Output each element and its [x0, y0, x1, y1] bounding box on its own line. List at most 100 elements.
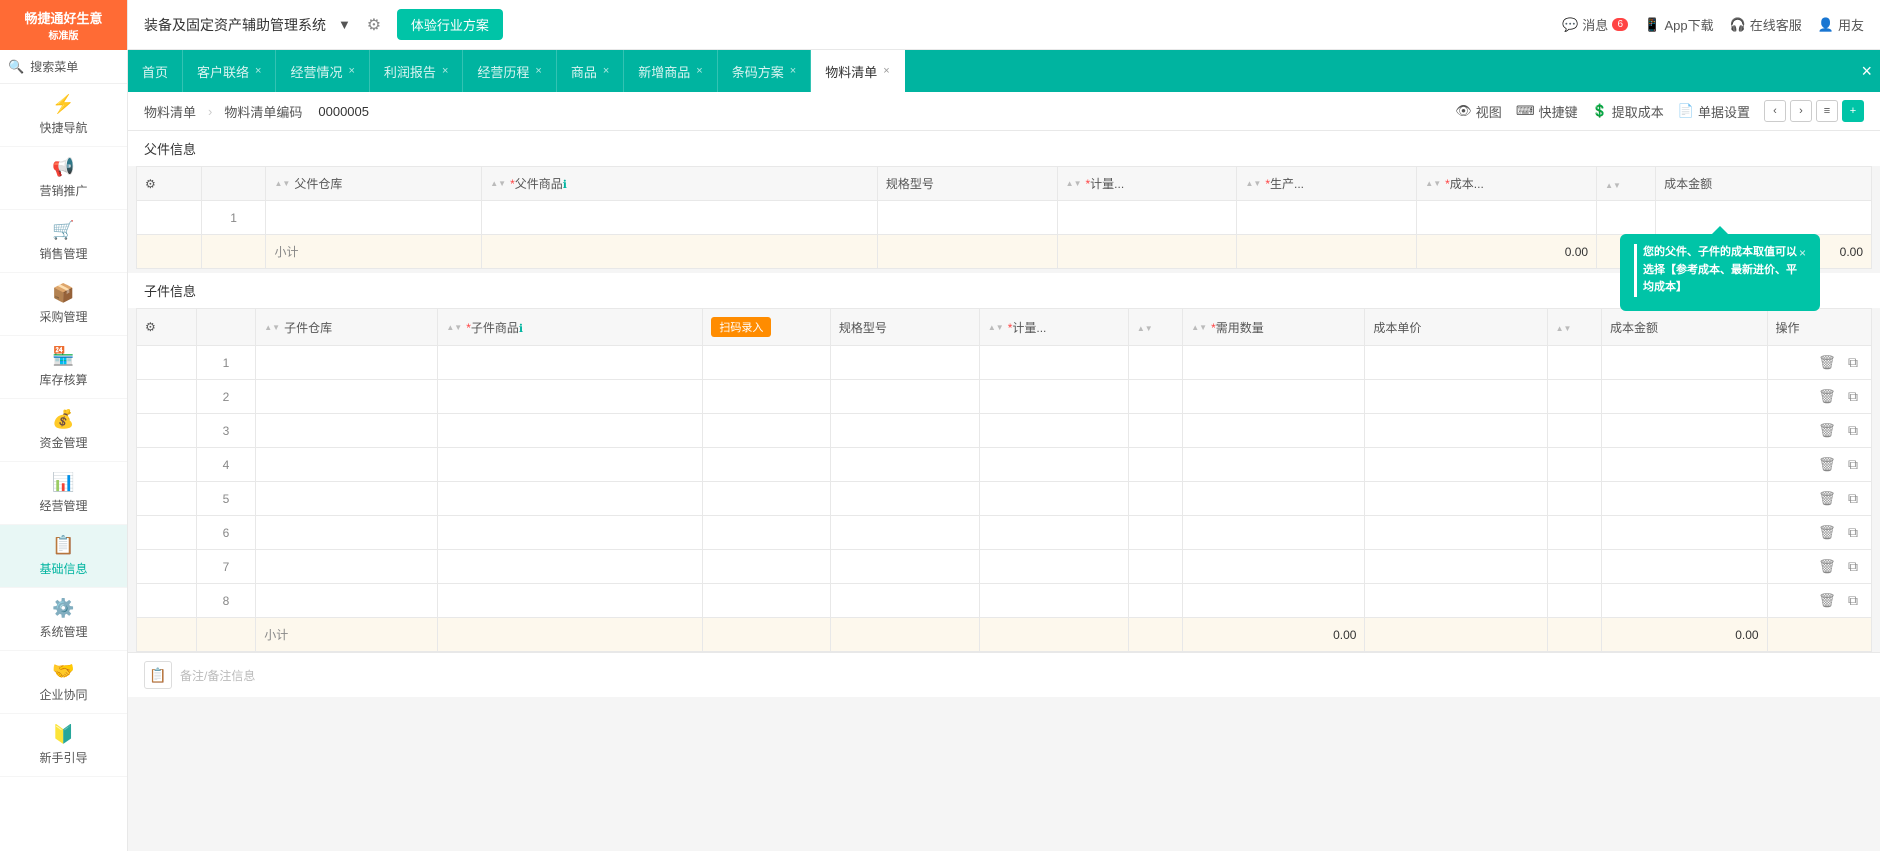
child-settings-icon[interactable]: ⚙ [145, 320, 156, 334]
child-row-unit-cell[interactable] [979, 448, 1128, 482]
child-row-required-qty-cell[interactable] [1183, 550, 1365, 584]
parent-settings-icon[interactable]: ⚙ [145, 177, 156, 191]
delete-row-icon[interactable]: 🗑 [1817, 353, 1837, 373]
tab-operations-status[interactable]: 经营情况 × [276, 50, 369, 92]
tab-bom-close[interactable]: × [883, 65, 889, 77]
tab-goods-close[interactable]: × [603, 65, 609, 77]
settings-gear-button[interactable]: ⚙ [359, 10, 389, 40]
child-row-cost-price-cell[interactable] [1365, 346, 1547, 380]
copy-row-icon[interactable]: ⧉ [1843, 387, 1863, 407]
child-row-spec-cell[interactable] [830, 448, 979, 482]
tab-ops-status-close[interactable]: × [348, 65, 354, 77]
parent-row-spec-cell[interactable] [877, 201, 1057, 235]
child-row-unit-cell[interactable] [979, 482, 1128, 516]
child-row-unit-cell[interactable] [979, 414, 1128, 448]
tab-barcode[interactable]: 条码方案 × [718, 50, 811, 92]
breadcrumb-bom-list[interactable]: 物料清单 [144, 102, 196, 121]
sidebar-item-guide[interactable]: 🔰 新手引导 [0, 714, 127, 777]
copy-row-icon[interactable]: ⧉ [1843, 353, 1863, 373]
child-row-unit-cell[interactable] [979, 584, 1128, 618]
tab-profit-report[interactable]: 利润报告 × [370, 50, 463, 92]
search-menu[interactable]: 🔍 搜索菜单 [0, 50, 127, 84]
sidebar-item-finance[interactable]: 💰 资金管理 [0, 399, 127, 462]
online-service-button[interactable]: 🎧 在线客服 [1730, 15, 1802, 34]
child-row-cost-price-cell[interactable] [1365, 584, 1547, 618]
tab-goods[interactable]: 商品 × [557, 50, 624, 92]
child-row-goods-cell[interactable] [438, 550, 703, 584]
child-row-unit-cell[interactable] [979, 380, 1128, 414]
copy-row-icon[interactable]: ⧉ [1843, 421, 1863, 441]
app-download-button[interactable]: 📱 App下载 [1644, 15, 1713, 34]
parent-row-unit-cell[interactable] [1057, 201, 1237, 235]
child-row-required-qty-cell[interactable] [1183, 448, 1365, 482]
child-row-goods-cell[interactable] [438, 346, 703, 380]
parent-row-cost-cell[interactable] [1417, 201, 1597, 235]
delete-row-icon[interactable]: 🗑 [1817, 455, 1837, 475]
close-window-button[interactable]: × [1861, 61, 1872, 82]
delete-row-icon[interactable]: 🗑 [1817, 489, 1837, 509]
copy-row-icon[interactable]: ⧉ [1843, 557, 1863, 577]
parent-row-goods-cell[interactable] [482, 201, 878, 235]
child-row-warehouse-cell[interactable] [256, 516, 438, 550]
child-row-goods-cell[interactable] [438, 448, 703, 482]
tab-customers[interactable]: 客户联络 × [183, 50, 276, 92]
sidebar-item-marketing[interactable]: 📢 营销推广 [0, 147, 127, 210]
sidebar-item-collab[interactable]: 🤝 企业协同 [0, 651, 127, 714]
delete-row-icon[interactable]: 🗑 [1817, 421, 1837, 441]
nav-next-button[interactable]: › [1790, 100, 1812, 122]
child-row-spec-cell[interactable] [830, 516, 979, 550]
sidebar-item-purchase[interactable]: 📦 采购管理 [0, 273, 127, 336]
child-row-required-qty-cell[interactable] [1183, 380, 1365, 414]
tab-home[interactable]: 首页 [128, 50, 183, 92]
child-row-warehouse-cell[interactable] [256, 346, 438, 380]
tab-add-goods[interactable]: 新增商品 × [624, 50, 717, 92]
child-row-cost-price-cell[interactable] [1365, 516, 1547, 550]
child-row-warehouse-cell[interactable] [256, 380, 438, 414]
sidebar-item-operations[interactable]: 📊 经营管理 [0, 462, 127, 525]
parent-row-warehouse-cell[interactable] [266, 201, 482, 235]
child-row-required-qty-cell[interactable] [1183, 584, 1365, 618]
child-row-required-qty-cell[interactable] [1183, 414, 1365, 448]
user-button[interactable]: 👤 用友 [1818, 15, 1864, 34]
child-row-spec-cell[interactable] [830, 414, 979, 448]
parent-row-produce-cell[interactable] [1237, 201, 1417, 235]
scan-input-button[interactable]: 扫码录入 [711, 317, 771, 337]
child-row-cost-price-cell[interactable] [1365, 414, 1547, 448]
tab-add-goods-close[interactable]: × [696, 65, 702, 77]
system-dropdown[interactable]: ▼ [334, 17, 351, 32]
nav-prev-button[interactable]: ‹ [1764, 100, 1786, 122]
copy-row-icon[interactable]: ⧉ [1843, 455, 1863, 475]
nav-add-button[interactable]: + [1842, 100, 1864, 122]
delete-row-icon[interactable]: 🗑 [1817, 387, 1837, 407]
sidebar-item-system[interactable]: ⚙️ 系统管理 [0, 588, 127, 651]
tab-profit-report-close[interactable]: × [442, 65, 448, 77]
child-row-unit-cell[interactable] [979, 346, 1128, 380]
tab-barcode-close[interactable]: × [790, 65, 796, 77]
child-row-warehouse-cell[interactable] [256, 584, 438, 618]
sidebar-item-sales[interactable]: 🛒 销售管理 [0, 210, 127, 273]
child-row-unit-cell[interactable] [979, 516, 1128, 550]
delete-row-icon[interactable]: 🗑 [1817, 523, 1837, 543]
single-settings-button[interactable]: 📄 单据设置 [1678, 102, 1750, 121]
delete-row-icon[interactable]: 🗑 [1817, 557, 1837, 577]
child-row-spec-cell[interactable] [830, 584, 979, 618]
child-row-unit-cell[interactable] [979, 550, 1128, 584]
view-button[interactable]: 👁 视图 [1455, 102, 1502, 121]
child-row-warehouse-cell[interactable] [256, 550, 438, 584]
message-button[interactable]: 💬 消息 6 [1562, 15, 1628, 34]
sidebar-item-basic-info[interactable]: 📋 基础信息 [0, 525, 127, 588]
shortcut-button[interactable]: ⌨ 快捷键 [1516, 102, 1578, 121]
tab-ops-history[interactable]: 经营历程 × [463, 50, 556, 92]
child-row-goods-cell[interactable] [438, 516, 703, 550]
child-row-cost-price-cell[interactable] [1365, 482, 1547, 516]
child-row-cost-price-cell[interactable] [1365, 550, 1547, 584]
child-row-spec-cell[interactable] [830, 346, 979, 380]
copy-row-icon[interactable]: ⧉ [1843, 523, 1863, 543]
trial-btn[interactable]: 体验行业方案 [397, 9, 503, 40]
child-row-goods-cell[interactable] [438, 414, 703, 448]
copy-row-icon[interactable]: ⧉ [1843, 591, 1863, 611]
child-row-spec-cell[interactable] [830, 550, 979, 584]
tab-bom[interactable]: 物料清单 × [811, 50, 904, 92]
child-row-goods-cell[interactable] [438, 584, 703, 618]
sidebar-item-inventory[interactable]: 🏪 库存核算 [0, 336, 127, 399]
